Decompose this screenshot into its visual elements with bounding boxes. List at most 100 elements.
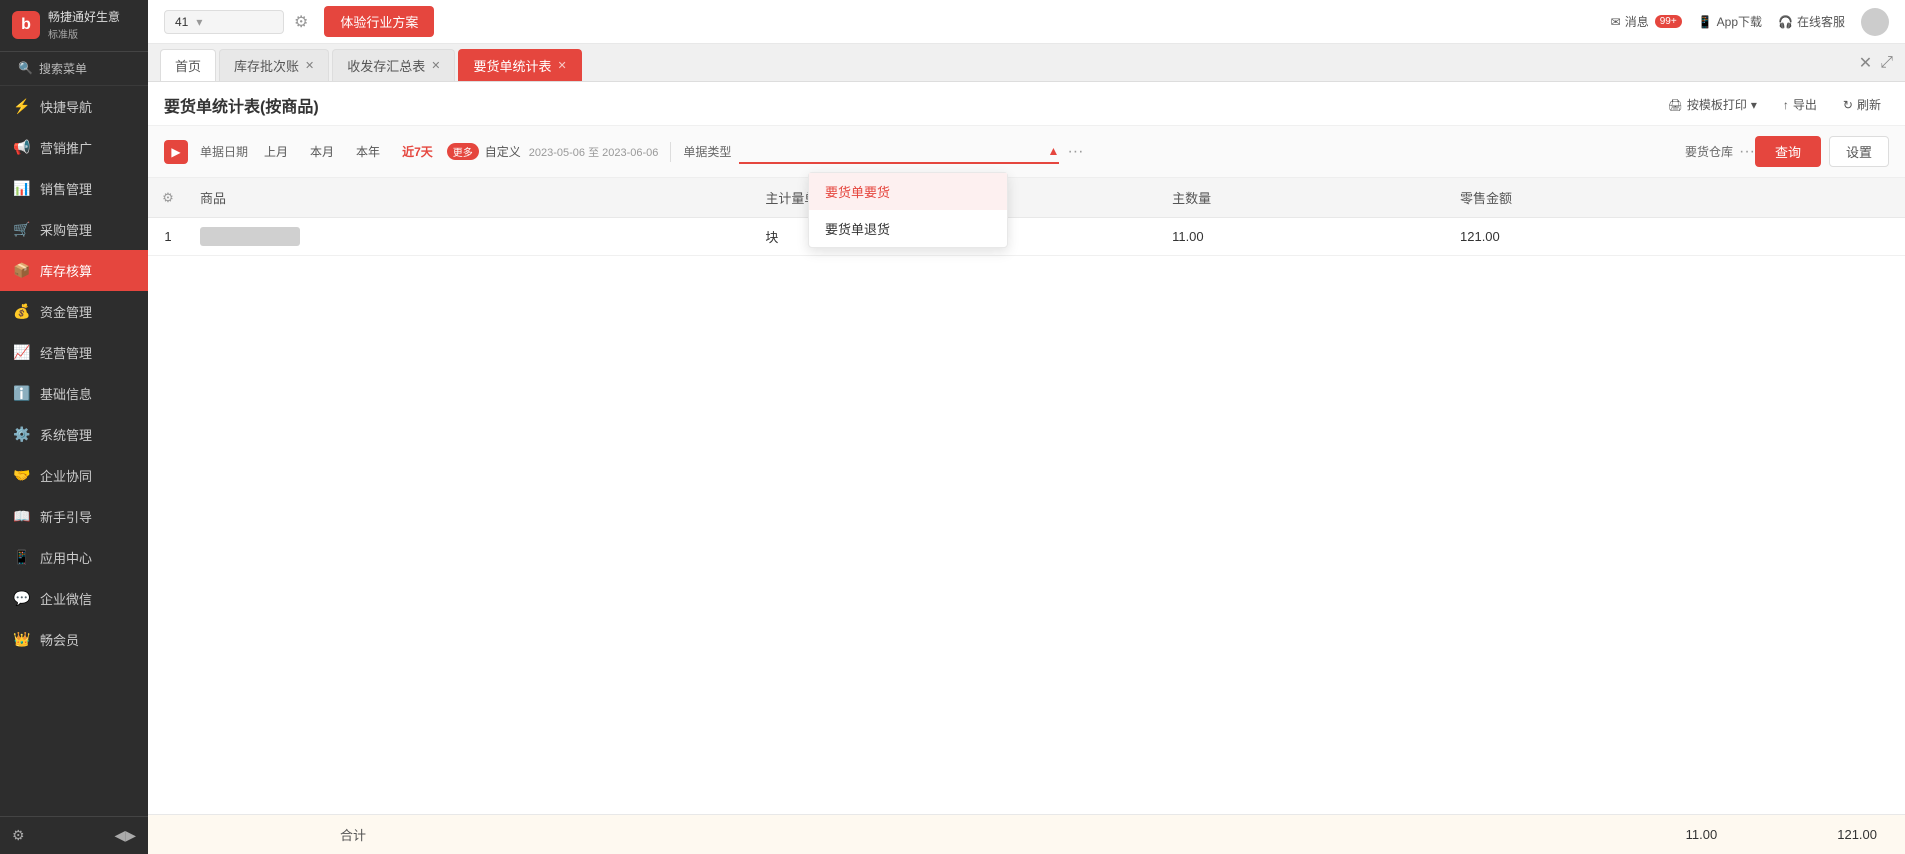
marketing-icon: 📢 [12, 139, 32, 156]
th-settings[interactable]: ⚙ [148, 178, 188, 218]
nav-label: 营销推广 [40, 138, 92, 157]
messages-button[interactable]: ✉ 消息 99+ [1611, 13, 1682, 30]
tab-order-stats-close-icon[interactable]: ✕ [558, 59, 567, 72]
dropdown-item-order-return[interactable]: 要货单退货 [809, 210, 1007, 247]
nav-label: 系统管理 [40, 425, 92, 444]
sidebar-item-marketing[interactable]: 📢 营销推广 [0, 127, 148, 168]
print-button[interactable]: 🖨 按模板打印 ▾ [1660, 92, 1765, 117]
filter-divider [670, 142, 671, 162]
type-dropdown: 要货单要货 要货单退货 [808, 172, 1008, 248]
app-download-button[interactable]: 📱 App下载 [1698, 13, 1762, 30]
tab-order-stats[interactable]: 要货单统计表 ✕ [458, 49, 581, 81]
refresh-label: 刷新 [1857, 96, 1881, 113]
sidebar-item-enterprise[interactable]: 🤝 企业协同 [0, 455, 148, 496]
date-7days-button[interactable]: 近7天 [394, 140, 441, 163]
set-button[interactable]: 设置 [1829, 136, 1889, 167]
print-chevron-icon: ▾ [1751, 98, 1757, 112]
type-input-wrapper: ▲ [739, 140, 1059, 164]
tab-order-stats-label: 要货单统计表 [473, 56, 551, 75]
dropdown-item-order-goods[interactable]: 要货单要货 [809, 173, 1007, 210]
tab-receive-summary-label: 收发存汇总表 [347, 56, 425, 75]
nav-label: 应用中心 [40, 548, 92, 567]
user-avatar[interactable] [1861, 8, 1889, 36]
data-table-wrapper: ⚙ 商品 主计量单位 主数量 零售金额 1 块 [148, 178, 1905, 814]
trial-button[interactable]: 体验行业方案 [324, 6, 434, 37]
tab-receive-summary-close-icon[interactable]: ✕ [431, 59, 440, 72]
sales-icon: 📊 [12, 180, 32, 197]
date-prev-month-button[interactable]: 上月 [256, 140, 296, 163]
sidebar-item-app-center[interactable]: 📱 应用中心 [0, 537, 148, 578]
tab-home[interactable]: 首页 [160, 49, 216, 81]
tab-inventory-batch[interactable]: 库存批次账 ✕ [219, 49, 329, 81]
type-filter-input[interactable] [739, 140, 1043, 162]
date-filter-label: 单据日期 [200, 143, 248, 160]
collapse-icon[interactable]: ◀▶ [114, 827, 136, 844]
app-download-label: App下载 [1717, 13, 1762, 30]
message-icon: ✉ [1611, 15, 1621, 29]
sidebar-item-member[interactable]: 👑 畅会员 [0, 619, 148, 660]
th-product: 商品 [188, 178, 753, 218]
online-service-button[interactable]: 🎧 在线客服 [1778, 13, 1845, 30]
sidebar-item-quick-nav[interactable]: ⚡ 快捷导航 [0, 86, 148, 127]
query-button[interactable]: 查询 [1755, 136, 1821, 167]
th-extra [1795, 178, 1905, 218]
date-this-year-button[interactable]: 本年 [348, 140, 388, 163]
sidebar-item-system[interactable]: ⚙️ 系统管理 [0, 414, 148, 455]
filter-expand-button[interactable]: ▶ [164, 140, 188, 164]
sidebar-item-guide[interactable]: 📖 新手引导 [0, 496, 148, 537]
sidebar-item-purchase[interactable]: 🛒 采购管理 [0, 209, 148, 250]
sidebar-item-operations[interactable]: 📈 经营管理 [0, 332, 148, 373]
company-selector[interactable]: 41 ▾ [164, 10, 284, 34]
warehouse-filter-section: 要货仓库 ··· [1685, 143, 1755, 161]
nav-label: 快捷导航 [40, 97, 92, 116]
warehouse-more-icon[interactable]: ··· [1739, 143, 1755, 161]
warehouse-label: 要货仓库 [1685, 143, 1733, 160]
table-footer: 合计 11.00 121.00 [148, 814, 1905, 854]
sidebar-nav: ⚡ 快捷导航 📢 营销推广 📊 销售管理 🛒 采购管理 📦 库存核算 💰 资金管… [0, 86, 148, 816]
search-menu-item[interactable]: 🔍 搜索菜单 [0, 52, 148, 86]
type-filter-more-icon[interactable]: ··· [1067, 143, 1083, 161]
tab-controls: ✕ ⤢ [1859, 53, 1893, 73]
tab-inventory-batch-label: 库存批次账 [234, 56, 299, 75]
filter-type-section: 单据类型 ▲ ··· [683, 140, 1669, 164]
page-header: 要货单统计表(按商品) 🖨 按模板打印 ▾ ↑ 导出 ↻ 刷新 [148, 82, 1905, 126]
nav-label: 基础信息 [40, 384, 92, 403]
date-more-badge: 更多 [447, 143, 479, 160]
guide-icon: 📖 [12, 508, 32, 525]
header-gear-icon[interactable]: ⚙ [294, 12, 308, 32]
finance-icon: 💰 [12, 303, 32, 320]
sidebar-item-basic-info[interactable]: ℹ️ 基础信息 [0, 373, 148, 414]
app-center-icon: 📱 [12, 549, 32, 566]
filter-bar: ▶ 单据日期 上月 本月 本年 近7天 更多 自定义 2023-05-06 至 … [148, 126, 1905, 178]
nav-label: 销售管理 [40, 179, 92, 198]
refresh-icon: ↻ [1843, 98, 1853, 112]
tab-close-all-icon[interactable]: ✕ [1859, 53, 1872, 73]
date-custom-button[interactable]: 自定义 [485, 143, 521, 160]
inventory-icon: 📦 [12, 262, 32, 279]
table-row: 1 块 11.00 121.00 [148, 218, 1905, 256]
nav-label: 采购管理 [40, 220, 92, 239]
tab-receive-summary[interactable]: 收发存汇总表 ✕ [332, 49, 455, 81]
sidebar-item-inventory[interactable]: 📦 库存核算 [0, 250, 148, 291]
sidebar-bottom: ⚙ ◀▶ [0, 816, 148, 854]
nav-label: 企业协同 [40, 466, 92, 485]
date-this-month-button[interactable]: 本月 [302, 140, 342, 163]
settings-icon[interactable]: ⚙ [12, 827, 25, 844]
sidebar-item-wechat[interactable]: 💬 企业微信 [0, 578, 148, 619]
type-chevron-icon[interactable]: ▲ [1048, 144, 1060, 158]
table-header-row: ⚙ 商品 主计量单位 主数量 零售金额 [148, 178, 1905, 218]
basic-info-icon: ℹ️ [12, 385, 32, 402]
refresh-button[interactable]: ↻ 刷新 [1835, 92, 1889, 117]
app-name: 畅捷通好生意 [48, 10, 120, 26]
nav-label: 畅会员 [40, 630, 79, 649]
th-quantity: 主数量 [1160, 178, 1448, 218]
tab-expand-icon[interactable]: ⤢ [1880, 54, 1893, 72]
logo-icon: b [12, 11, 40, 39]
sidebar-item-finance[interactable]: 💰 资金管理 [0, 291, 148, 332]
product-name-blurred [200, 227, 300, 246]
quick-nav-icon: ⚡ [12, 98, 32, 115]
sidebar-item-sales[interactable]: 📊 销售管理 [0, 168, 148, 209]
tab-inventory-batch-close-icon[interactable]: ✕ [305, 59, 314, 72]
export-button[interactable]: ↑ 导出 [1775, 92, 1825, 117]
th-amount: 零售金额 [1448, 178, 1795, 218]
